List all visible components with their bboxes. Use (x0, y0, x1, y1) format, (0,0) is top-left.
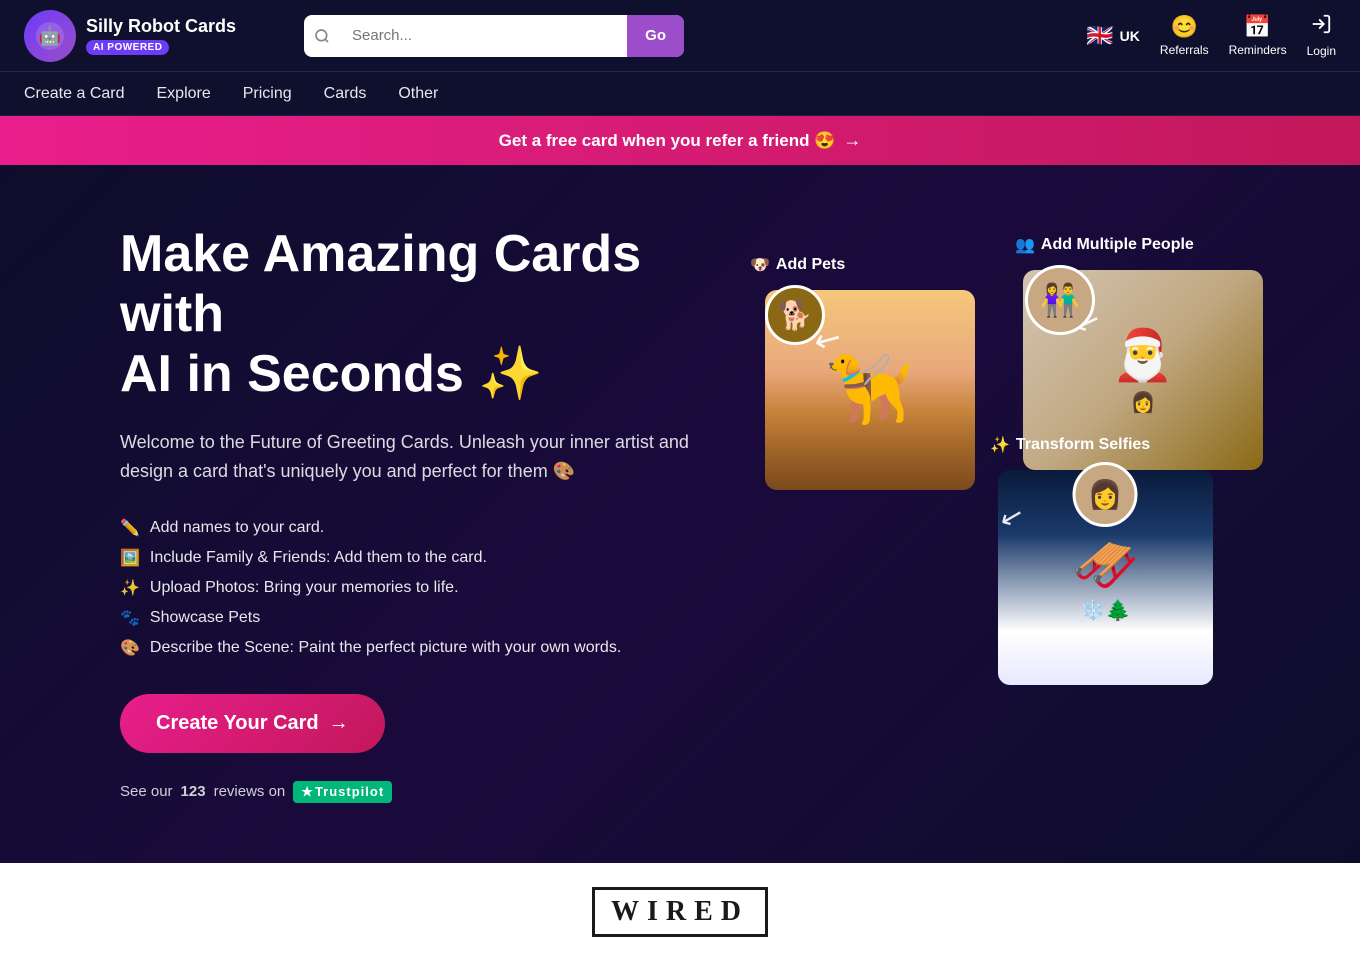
people-label: 👥 Add Multiple People (1015, 235, 1270, 255)
logo-link[interactable]: 🤖 Silly Robot Cards AI POWERED (24, 10, 284, 62)
nav-item-explore[interactable]: Explore (157, 85, 211, 103)
people-icon: 👥 (1015, 235, 1035, 255)
pets-avatar: 🐕 (765, 285, 825, 345)
pets-icon: 🐶 (750, 255, 770, 275)
login-icon (1310, 13, 1332, 41)
feature-photos: ✨Upload Photos: Bring your memories to l… (120, 578, 700, 598)
search-icon (304, 28, 340, 44)
promo-arrow-icon: → (843, 130, 861, 151)
header-right: 🇬🇧 UK 😊 Referrals 📅 Reminders Login (1086, 13, 1336, 58)
search-go-button[interactable]: Go (627, 15, 684, 57)
hero-features: ✏️Add names to your card. 🖼️Include Fami… (120, 518, 700, 658)
referrals-button[interactable]: 😊 Referrals (1160, 14, 1209, 57)
selfies-sparkle-icon: ✨ (990, 435, 1010, 455)
hero-right-collage: 🐶 🐶 Add Pets Add Pets 🐕 ↙ 🦮 👥 Add Multip… (720, 225, 1280, 745)
feature-scene: 🎨Describe the Scene: Paint the perfect p… (120, 638, 700, 658)
trustpilot-count: 123 (181, 783, 206, 800)
brand-title: Silly Robot Cards (86, 16, 236, 38)
search-bar: Go (304, 15, 684, 57)
svg-text:🤖: 🤖 (39, 25, 61, 46)
trustpilot-name: Trustpilot (315, 784, 384, 799)
cta-label: Create Your Card (156, 712, 319, 735)
hero-title-line1: Make Amazing Cards withAI in Seconds ✨ (120, 225, 641, 403)
trustpilot-prefix: See our (120, 783, 173, 800)
uk-region-selector[interactable]: 🇬🇧 UK (1086, 23, 1140, 49)
create-card-button[interactable]: Create Your Card → (120, 694, 385, 753)
nav-item-create-a-card[interactable]: Create a Card (24, 85, 125, 103)
reminders-label: Reminders (1229, 43, 1287, 57)
trustpilot-suffix: reviews on (214, 783, 286, 800)
wired-section: WIRED (0, 863, 1360, 961)
referrals-icon: 😊 (1171, 14, 1198, 40)
feature-names: ✏️Add names to your card. (120, 518, 700, 538)
trustpilot-row: See our 123 reviews on ★ Trustpilot (120, 781, 700, 803)
selfies-label: ✨ Transform Selfies (990, 435, 1220, 455)
selfies-card: 👩 ↙ 🛷 ❄️🌲 (990, 470, 1220, 695)
feature-family-icon: 🖼️ (120, 548, 140, 568)
people-avatar: 👫 (1025, 265, 1095, 335)
wired-logo: WIRED (592, 887, 768, 937)
pets-card: 🐕 ↙ 🦮 (750, 290, 980, 500)
cta-arrow-icon: → (329, 712, 349, 735)
promo-banner[interactable]: Get a free card when you refer a friend … (0, 116, 1360, 165)
hero-title: Make Amazing Cards withAI in Seconds ✨ (120, 225, 700, 404)
feature-photos-icon: ✨ (120, 578, 140, 598)
main-nav: Create a Card Explore Pricing Cards Othe… (0, 72, 1360, 116)
uk-label: UK (1120, 28, 1140, 44)
feature-pets: 🐾Showcase Pets (120, 608, 700, 628)
selfies-avatar: 👩 (1073, 462, 1138, 527)
logo-icon: 🤖 (24, 10, 76, 62)
trustpilot-logo[interactable]: ★ Trustpilot (293, 781, 392, 803)
nav-item-pricing[interactable]: Pricing (243, 85, 292, 103)
selfies-group: ✨ Transform Selfies 👩 ↙ 🛷 ❄️🌲 (990, 435, 1220, 695)
promo-text: Get a free card when you refer a friend … (499, 131, 836, 151)
feature-family: 🖼️Include Family & Friends: Add them to … (120, 548, 700, 568)
pets-group: 🐶 🐶 Add Pets Add Pets 🐕 ↙ 🦮 (750, 255, 980, 500)
login-label: Login (1307, 44, 1336, 58)
nav-item-cards[interactable]: Cards (324, 85, 367, 103)
pets-label: 🐶 🐶 Add Pets Add Pets (750, 255, 980, 275)
hero-subtitle: Welcome to the Future of Greeting Cards.… (120, 428, 700, 486)
feature-names-icon: ✏️ (120, 518, 140, 538)
reminders-button[interactable]: 📅 Reminders (1229, 14, 1287, 57)
header: 🤖 Silly Robot Cards AI POWERED Go 🇬🇧 UK … (0, 0, 1360, 72)
login-button[interactable]: Login (1307, 13, 1336, 58)
feature-pets-icon: 🐾 (120, 608, 140, 628)
reminders-icon: 📅 (1244, 14, 1271, 40)
hero-section: Make Amazing Cards withAI in Seconds ✨ W… (0, 165, 1360, 863)
search-input[interactable] (340, 15, 627, 57)
nav-item-other[interactable]: Other (398, 85, 438, 103)
ai-badge: AI POWERED (86, 40, 169, 55)
hero-left: Make Amazing Cards withAI in Seconds ✨ W… (120, 225, 700, 803)
logo-text: Silly Robot Cards AI POWERED (86, 16, 236, 55)
referrals-label: Referrals (1160, 43, 1209, 57)
feature-scene-icon: 🎨 (120, 638, 140, 658)
trustpilot-star-icon: ★ (301, 784, 314, 800)
